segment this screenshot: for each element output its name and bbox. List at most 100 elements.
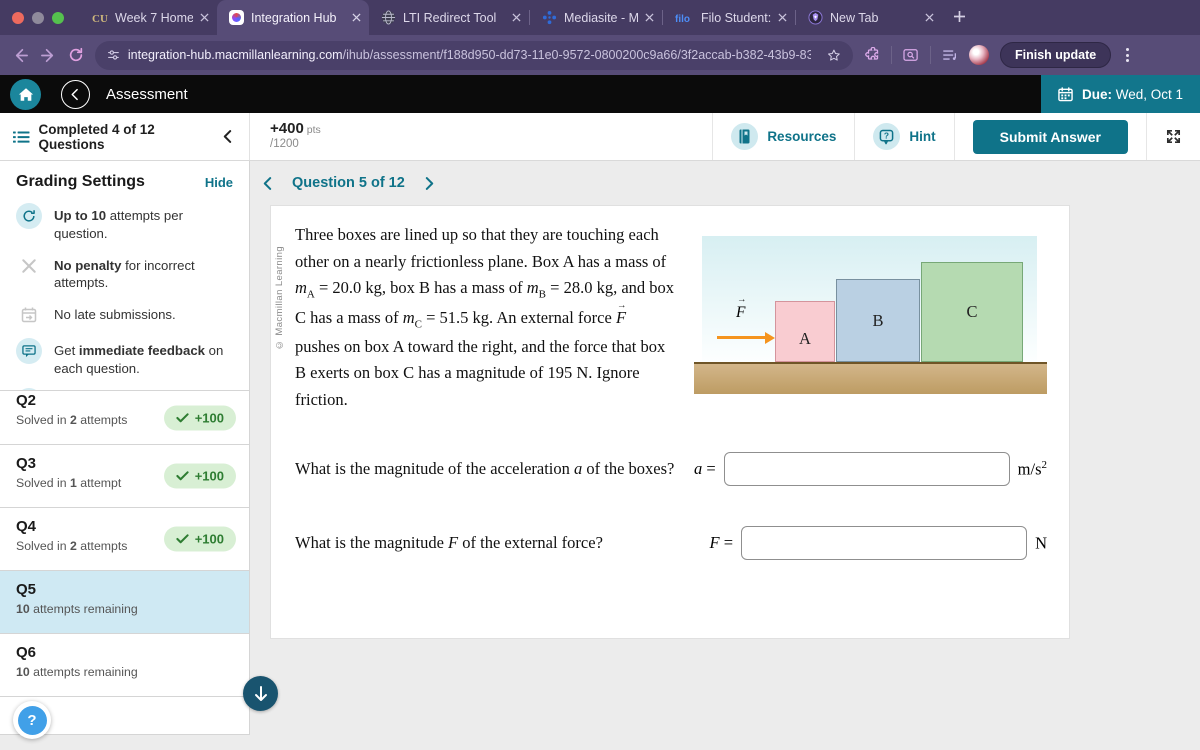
- tab-integration-hub[interactable]: Integration Hub: [217, 0, 369, 35]
- grading-settings-title: Grading Settings: [16, 173, 145, 190]
- mediasite-icon: [542, 10, 557, 25]
- prev-question-button[interactable]: [263, 176, 272, 190]
- workspace: Grading Settings Hide Up to 10 attempts …: [0, 161, 1200, 750]
- tab-new-tab[interactable]: New Tab: [796, 0, 942, 35]
- cu-logo-icon: CU: [92, 13, 108, 24]
- search-in-page-icon[interactable]: [903, 48, 919, 62]
- hint-label: Hint: [909, 129, 936, 144]
- close-icon[interactable]: [925, 13, 934, 22]
- window-close-button[interactable]: [12, 11, 24, 24]
- reload-icon[interactable]: [68, 47, 84, 63]
- forward-icon[interactable]: [40, 47, 57, 64]
- home-button[interactable]: [10, 78, 41, 110]
- score-badge: +100: [163, 405, 236, 430]
- sidebar-item-q3[interactable]: Q3 Solved in 1 attempt +100: [0, 445, 250, 508]
- unit-label: m/s2: [1017, 458, 1047, 479]
- chevron-left-icon: [223, 130, 232, 143]
- check-icon: [176, 534, 189, 544]
- check-icon: [176, 412, 189, 422]
- submit-answer-button[interactable]: Submit Answer: [972, 119, 1128, 154]
- grading-item-attempts: Up to 10 attempts per question.: [16, 203, 233, 243]
- force-label: F →: [736, 295, 747, 321]
- calendar-icon: [1058, 86, 1073, 101]
- profile-avatar[interactable]: [969, 45, 989, 65]
- acceleration-input[interactable]: [723, 451, 1010, 486]
- answer-variable-label: F =: [709, 532, 734, 552]
- url-path: /ihub/assessment/f188d950-dd73-11e0-9572…: [342, 48, 812, 62]
- completed-count-label: Completed 4 of 12 Questions: [38, 121, 155, 152]
- tab-week7-homework[interactable]: CU Week 7 Homework: [80, 0, 217, 35]
- subquestion-acceleration: What is the magnitude of the acceleratio…: [295, 451, 1047, 486]
- site-settings-icon[interactable]: [107, 48, 120, 62]
- window-minimize-button[interactable]: [32, 11, 44, 24]
- diagram-box-c: C: [921, 262, 1023, 362]
- sidebar-item-q4[interactable]: Q4 Solved in 2 attempts +100: [0, 508, 250, 571]
- force-arrow-head: [765, 331, 775, 344]
- url-bar[interactable]: integration-hub.macmillanlearning.com/ih…: [95, 40, 853, 70]
- back-icon[interactable]: [12, 47, 29, 64]
- points-total: /1200: [270, 138, 299, 150]
- browser-tab-bar: CU Week 7 Homework Integration Hub LTI R…: [0, 0, 1200, 35]
- integration-hub-icon: [229, 10, 244, 25]
- filo-logo-icon: filo: [675, 14, 690, 24]
- scroll-down-button[interactable]: [243, 676, 278, 711]
- collapse-panel-button[interactable]: [219, 126, 236, 147]
- resources-button[interactable]: Resources: [712, 113, 854, 160]
- tab-filo-student[interactable]: filo Filo Student: World's Onl: [663, 0, 795, 35]
- window-controls: [0, 11, 80, 24]
- retry-attempts-icon: [16, 203, 42, 229]
- fullscreen-button[interactable]: [1146, 113, 1200, 160]
- browser-menu-icon[interactable]: [1122, 48, 1133, 62]
- close-icon[interactable]: [645, 13, 654, 22]
- app-header: Assessment Due: Wed, Oct 1: [0, 75, 1200, 113]
- sidebar-item-q6[interactable]: Q6 10 attempts remaining: [0, 634, 250, 697]
- extensions-puzzle-icon[interactable]: [864, 47, 880, 63]
- tab-lti-redirect[interactable]: LTI Redirect Tool: [369, 0, 529, 35]
- watermark: © Macmillan Learning: [274, 246, 285, 351]
- tab-title: New Tab: [830, 10, 879, 25]
- arrow-down-icon: [254, 685, 267, 701]
- finish-update-button[interactable]: Finish update: [1000, 42, 1112, 68]
- back-button[interactable]: [61, 79, 90, 109]
- diagram-ground: [694, 362, 1047, 394]
- window-maximize-button[interactable]: [52, 11, 64, 24]
- help-button[interactable]: ?: [13, 701, 51, 739]
- hide-link[interactable]: Hide: [205, 175, 233, 190]
- browser-nav-bar: integration-hub.macmillanlearning.com/ih…: [0, 35, 1200, 75]
- expand-icon: [1166, 129, 1181, 144]
- url-text: integration-hub.macmillanlearning.com/ih…: [128, 48, 811, 62]
- force-arrow: [717, 336, 767, 339]
- sidebar: Grading Settings Hide Up to 10 attempts …: [0, 161, 250, 750]
- hint-button[interactable]: ? Hint: [854, 113, 953, 160]
- unit-label: N: [1035, 533, 1047, 553]
- new-tab-button[interactable]: [942, 9, 977, 27]
- question-mark-icon: ?: [17, 705, 47, 735]
- close-icon[interactable]: [512, 13, 521, 22]
- assessment-toolbar: Completed 4 of 12 Questions +400 pts /12…: [0, 113, 1200, 161]
- tab-title: Mediasite - Mediasite Ch: [564, 10, 638, 25]
- close-icon[interactable]: [352, 13, 361, 22]
- question-text: Three boxes are lined up so that they ar…: [295, 225, 675, 410]
- force-input[interactable]: [741, 525, 1028, 560]
- next-question-button[interactable]: [425, 176, 434, 190]
- bookmark-star-icon[interactable]: [827, 48, 841, 63]
- check-icon: [176, 471, 189, 481]
- sidebar-item-q2[interactable]: Q2 Solved in 2 attempts +100: [0, 391, 250, 445]
- due-text: Due: Wed, Oct 1: [1081, 86, 1183, 102]
- brave-icon: [808, 10, 823, 25]
- url-domain: integration-hub.macmillanlearning.com: [127, 48, 343, 62]
- answer-variable-label: a =: [693, 458, 716, 478]
- sidebar-item-q5[interactable]: Q5 10 attempts remaining: [0, 571, 250, 634]
- grading-item-no-penalty: No penalty for incorrect attempts.: [16, 253, 233, 293]
- points-unit: pts: [306, 124, 321, 136]
- question-counter: Question 5 of 12: [292, 175, 405, 191]
- due-date-banner: Due: Wed, Oct 1: [1040, 75, 1200, 113]
- calendar-late-icon: [16, 302, 42, 328]
- reading-list-icon[interactable]: [942, 49, 958, 62]
- tab-title: Filo Student: World's Onl: [701, 10, 771, 25]
- back-arrow-icon: [71, 88, 78, 100]
- close-icon[interactable]: [200, 13, 209, 22]
- home-icon: [18, 87, 33, 101]
- close-icon[interactable]: [778, 13, 787, 22]
- tab-mediasite[interactable]: Mediasite - Mediasite Ch: [530, 0, 662, 35]
